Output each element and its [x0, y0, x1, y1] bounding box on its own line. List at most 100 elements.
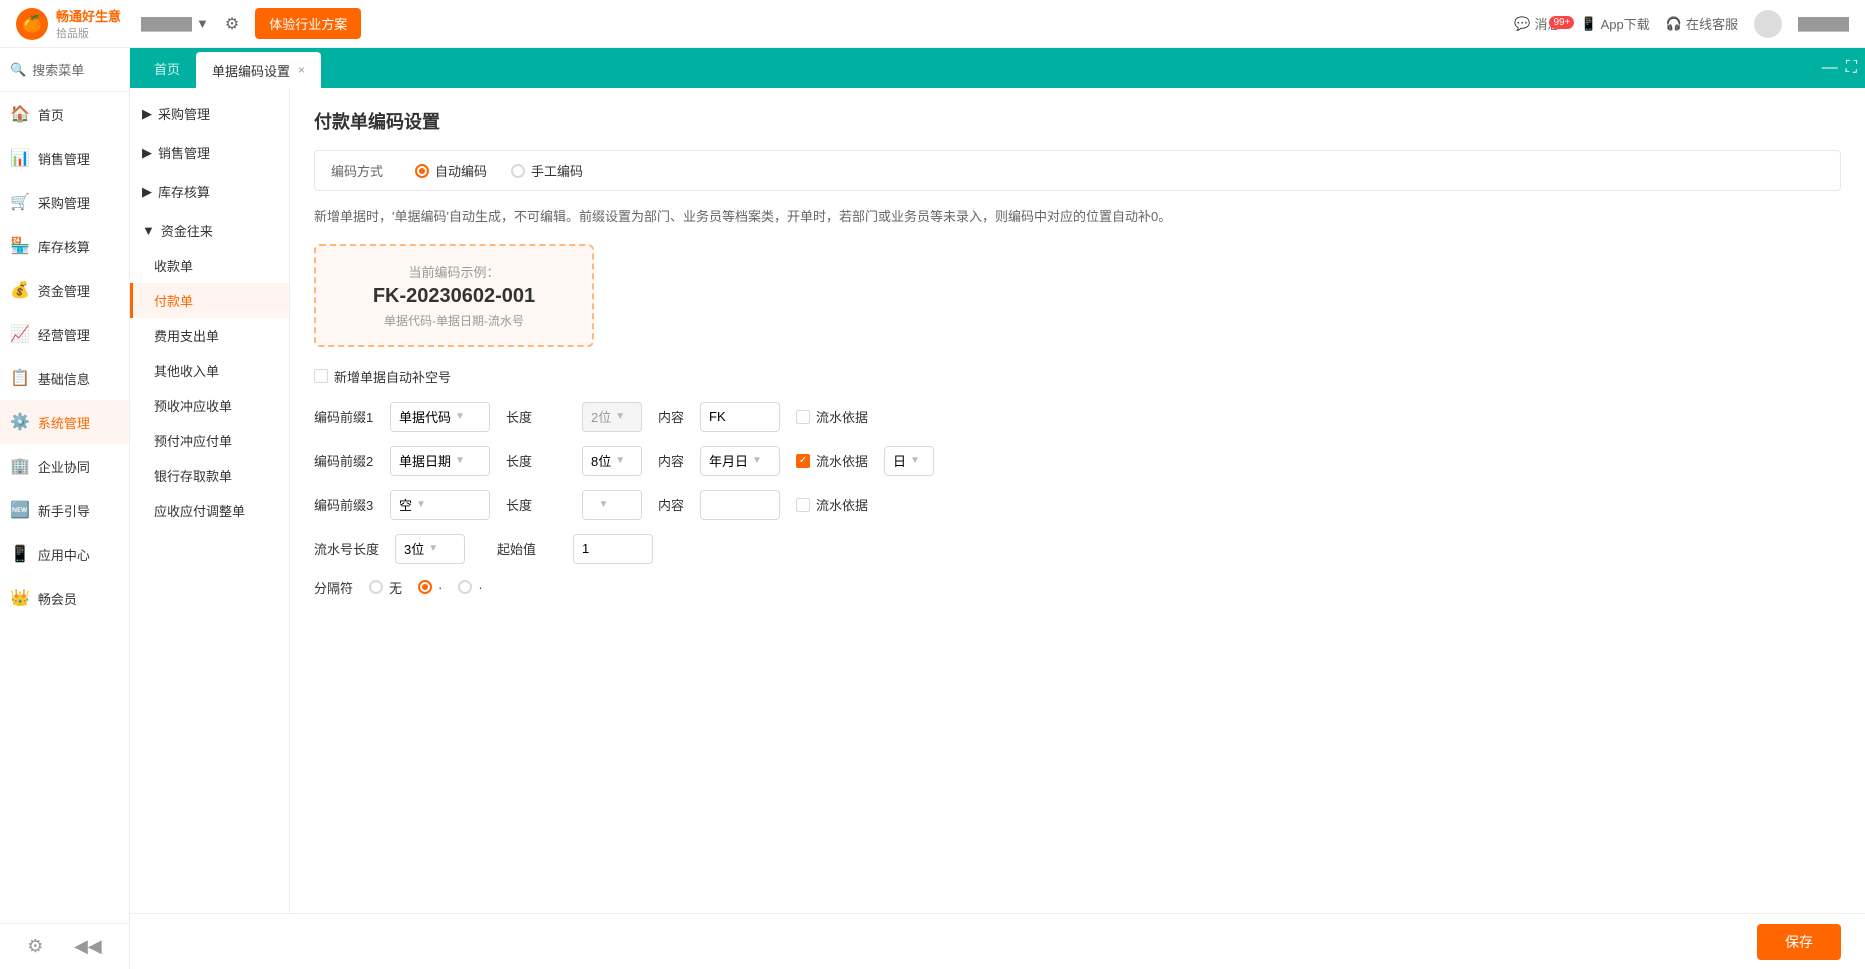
left-nav-prepayment-offset[interactable]: 预收冲应收单: [130, 388, 289, 423]
start-value-input[interactable]: 1: [573, 534, 653, 564]
prefix2-length-select[interactable]: 8位 ▼: [582, 446, 642, 476]
serial-length-select[interactable]: 3位 ▼: [395, 534, 465, 564]
prefix3-length-select[interactable]: ▼: [582, 490, 642, 520]
separator-row: 分隔符 无 · ·: [314, 578, 1841, 597]
search-menu[interactable]: 🔍 搜索菜单: [0, 48, 129, 92]
prefix2-select[interactable]: 单据日期 ▼: [390, 446, 490, 476]
prefix2-length-chevron-icon: ▼: [615, 455, 625, 466]
inventory-expand-icon: ▶: [142, 184, 152, 200]
tab-minimize-icon[interactable]: —: [1822, 59, 1838, 77]
prefix2-content-chevron-icon: ▼: [752, 455, 762, 466]
left-nav-receipt[interactable]: 收款单: [130, 248, 289, 283]
basic-icon: 📋: [10, 368, 30, 388]
info-text: 新增单据时，'单据编码'自动生成，不可编辑。前缀设置为部门、业务员等档案类，开单…: [314, 207, 1841, 228]
sidebar-item-sales[interactable]: 📊 销售管理: [0, 136, 129, 180]
sidebar-item-member[interactable]: 👑 畅会员: [0, 576, 129, 620]
left-nav-sales-header[interactable]: ▶ 销售管理: [130, 135, 289, 170]
main-panel: 付款单编码设置 编码方式 自动编码 手工编码: [290, 88, 1865, 913]
prefix-row-1: 编码前缀1 单据代码 ▼ 长度 2位 ▼ 内容 FK: [314, 402, 1841, 432]
tab-bar-actions: — ⛶: [1822, 59, 1857, 77]
left-nav-bank[interactable]: 银行存取款单: [130, 458, 289, 493]
left-nav-group-purchase: ▶ 采购管理: [130, 96, 289, 131]
trial-button[interactable]: 体验行业方案: [255, 8, 361, 39]
tab-maximize-icon[interactable]: ⛶: [1846, 59, 1857, 77]
content-area: 首页 单据编码设置 × — ⛶ ▶ 采购管理: [130, 48, 1865, 969]
sidebar-item-basic[interactable]: 📋 基础信息: [0, 356, 129, 400]
sidebar-item-purchase[interactable]: 🛒 采购管理: [0, 180, 129, 224]
sidebar-item-operations[interactable]: 📈 经营管理: [0, 312, 129, 356]
sidebar: 🔍 搜索菜单 🏠 首页 📊 销售管理 🛒 采购管理 🏪 库存核算 💰 资金管理 …: [0, 48, 130, 969]
settings-icon[interactable]: ⚙: [221, 10, 243, 38]
left-nav-other-income[interactable]: 其他收入单: [130, 353, 289, 388]
auto-encode-radio-icon: [415, 164, 429, 178]
prefix2-period-select[interactable]: 日 ▼: [884, 446, 934, 476]
settings-bottom-icon[interactable]: ⚙: [27, 936, 43, 957]
prefix3-serial-check-icon: [796, 498, 810, 512]
prefix2-length-label: 长度: [506, 451, 566, 470]
tab-close-icon[interactable]: ×: [298, 63, 305, 77]
manual-encode-radio[interactable]: 手工编码: [511, 161, 583, 180]
prefix1-length-select: 2位 ▼: [582, 402, 642, 432]
sidebar-item-inventory[interactable]: 🏪 库存核算: [0, 224, 129, 268]
preview-code: FK-20230602-001: [340, 285, 568, 308]
top-bar: 🍊 畅通好生意 拾品版 ██████ ▼ ⚙ 体验行业方案 💬 消息 99+ 📱…: [0, 0, 1865, 48]
sep-dash-radio-icon: [458, 580, 472, 594]
tab-encoding-settings[interactable]: 单据编码设置 ×: [196, 52, 321, 88]
prefix3-length-chevron-icon: ▼: [599, 499, 609, 510]
serial-length-chevron-icon: ▼: [428, 543, 438, 554]
capital-collapse-icon: ▼: [142, 223, 155, 238]
page-content: ▶ 采购管理 ▶ 销售管理 ▶ 库存核算: [130, 88, 1865, 913]
system-icon: ⚙️: [10, 412, 30, 432]
nav-dropdown[interactable]: ██████ ▼: [133, 12, 217, 35]
prefix3-select[interactable]: 空 ▼: [390, 490, 490, 520]
purchase-expand-icon: ▶: [142, 106, 152, 122]
current-company: ██████: [141, 17, 192, 31]
username: ██████: [1798, 17, 1849, 31]
sidebar-item-home[interactable]: 🏠 首页: [0, 92, 129, 136]
left-nav-inventory-header[interactable]: ▶ 库存核算: [130, 174, 289, 209]
left-nav-group-sales: ▶ 销售管理: [130, 135, 289, 170]
sep-none-radio[interactable]: 无: [369, 578, 402, 597]
encoding-method-row: 编码方式 自动编码 手工编码: [314, 150, 1841, 191]
purchase-icon: 🛒: [10, 192, 30, 212]
left-nav-capital-header[interactable]: ▼ 资金往来: [130, 213, 289, 248]
tab-home[interactable]: 首页: [138, 48, 196, 88]
sidebar-item-system[interactable]: ⚙️ 系统管理: [0, 400, 129, 444]
manual-encode-radio-icon: [511, 164, 525, 178]
enterprise-icon: 🏢: [10, 456, 30, 476]
online-service-button[interactable]: 🎧 在线客服: [1666, 14, 1738, 33]
sidebar-item-finance[interactable]: 💰 资金管理: [0, 268, 129, 312]
left-nav-advance-offset[interactable]: 预付冲应付单: [130, 423, 289, 458]
sidebar-item-apps[interactable]: 📱 应用中心: [0, 532, 129, 576]
prefix2-serial-checkbox[interactable]: ✓ 流水依据: [796, 451, 868, 470]
prefix2-content-select[interactable]: 年月日 ▼: [700, 446, 780, 476]
prefix1-serial-check-icon: [796, 410, 810, 424]
auto-fill-checkbox[interactable]: [314, 369, 328, 383]
left-nav-payment[interactable]: 付款单: [130, 283, 289, 318]
sep-dot-radio-icon: [418, 580, 432, 594]
app-download-button[interactable]: 📱 App下载: [1580, 14, 1649, 33]
save-button[interactable]: 保存: [1757, 924, 1841, 960]
auto-encode-radio[interactable]: 自动编码: [415, 161, 487, 180]
prefix1-label: 编码前缀1: [314, 407, 374, 426]
user-avatar[interactable]: [1754, 10, 1782, 38]
top-bar-right: 💬 消息 99+ 📱 App下载 🎧 在线客服 ██████: [1514, 10, 1849, 38]
left-nav-purchase-header[interactable]: ▶ 采购管理: [130, 96, 289, 131]
collapse-icon[interactable]: ◀◀: [74, 936, 102, 957]
left-nav-ap-adjust[interactable]: 应收应付调整单: [130, 493, 289, 528]
sep-dot-radio[interactable]: ·: [418, 580, 442, 595]
operations-icon: 📈: [10, 324, 30, 344]
message-button[interactable]: 💬 消息 99+: [1514, 14, 1564, 33]
prefix3-serial-checkbox[interactable]: 流水依据: [796, 495, 868, 514]
prefix2-chevron-icon: ▼: [455, 455, 465, 466]
prefix1-select[interactable]: 单据代码 ▼: [390, 402, 490, 432]
guide-icon: 🆕: [10, 500, 30, 520]
start-value-label: 起始值: [497, 539, 557, 558]
left-nav-group-inventory: ▶ 库存核算: [130, 174, 289, 209]
sep-dash-radio[interactable]: ·: [458, 580, 482, 595]
left-nav-expense[interactable]: 费用支出单: [130, 318, 289, 353]
sidebar-item-guide[interactable]: 🆕 新手引导: [0, 488, 129, 532]
sales-expand-icon: ▶: [142, 145, 152, 161]
prefix1-serial-checkbox[interactable]: 流水依据: [796, 407, 868, 426]
sidebar-item-enterprise[interactable]: 🏢 企业协同: [0, 444, 129, 488]
